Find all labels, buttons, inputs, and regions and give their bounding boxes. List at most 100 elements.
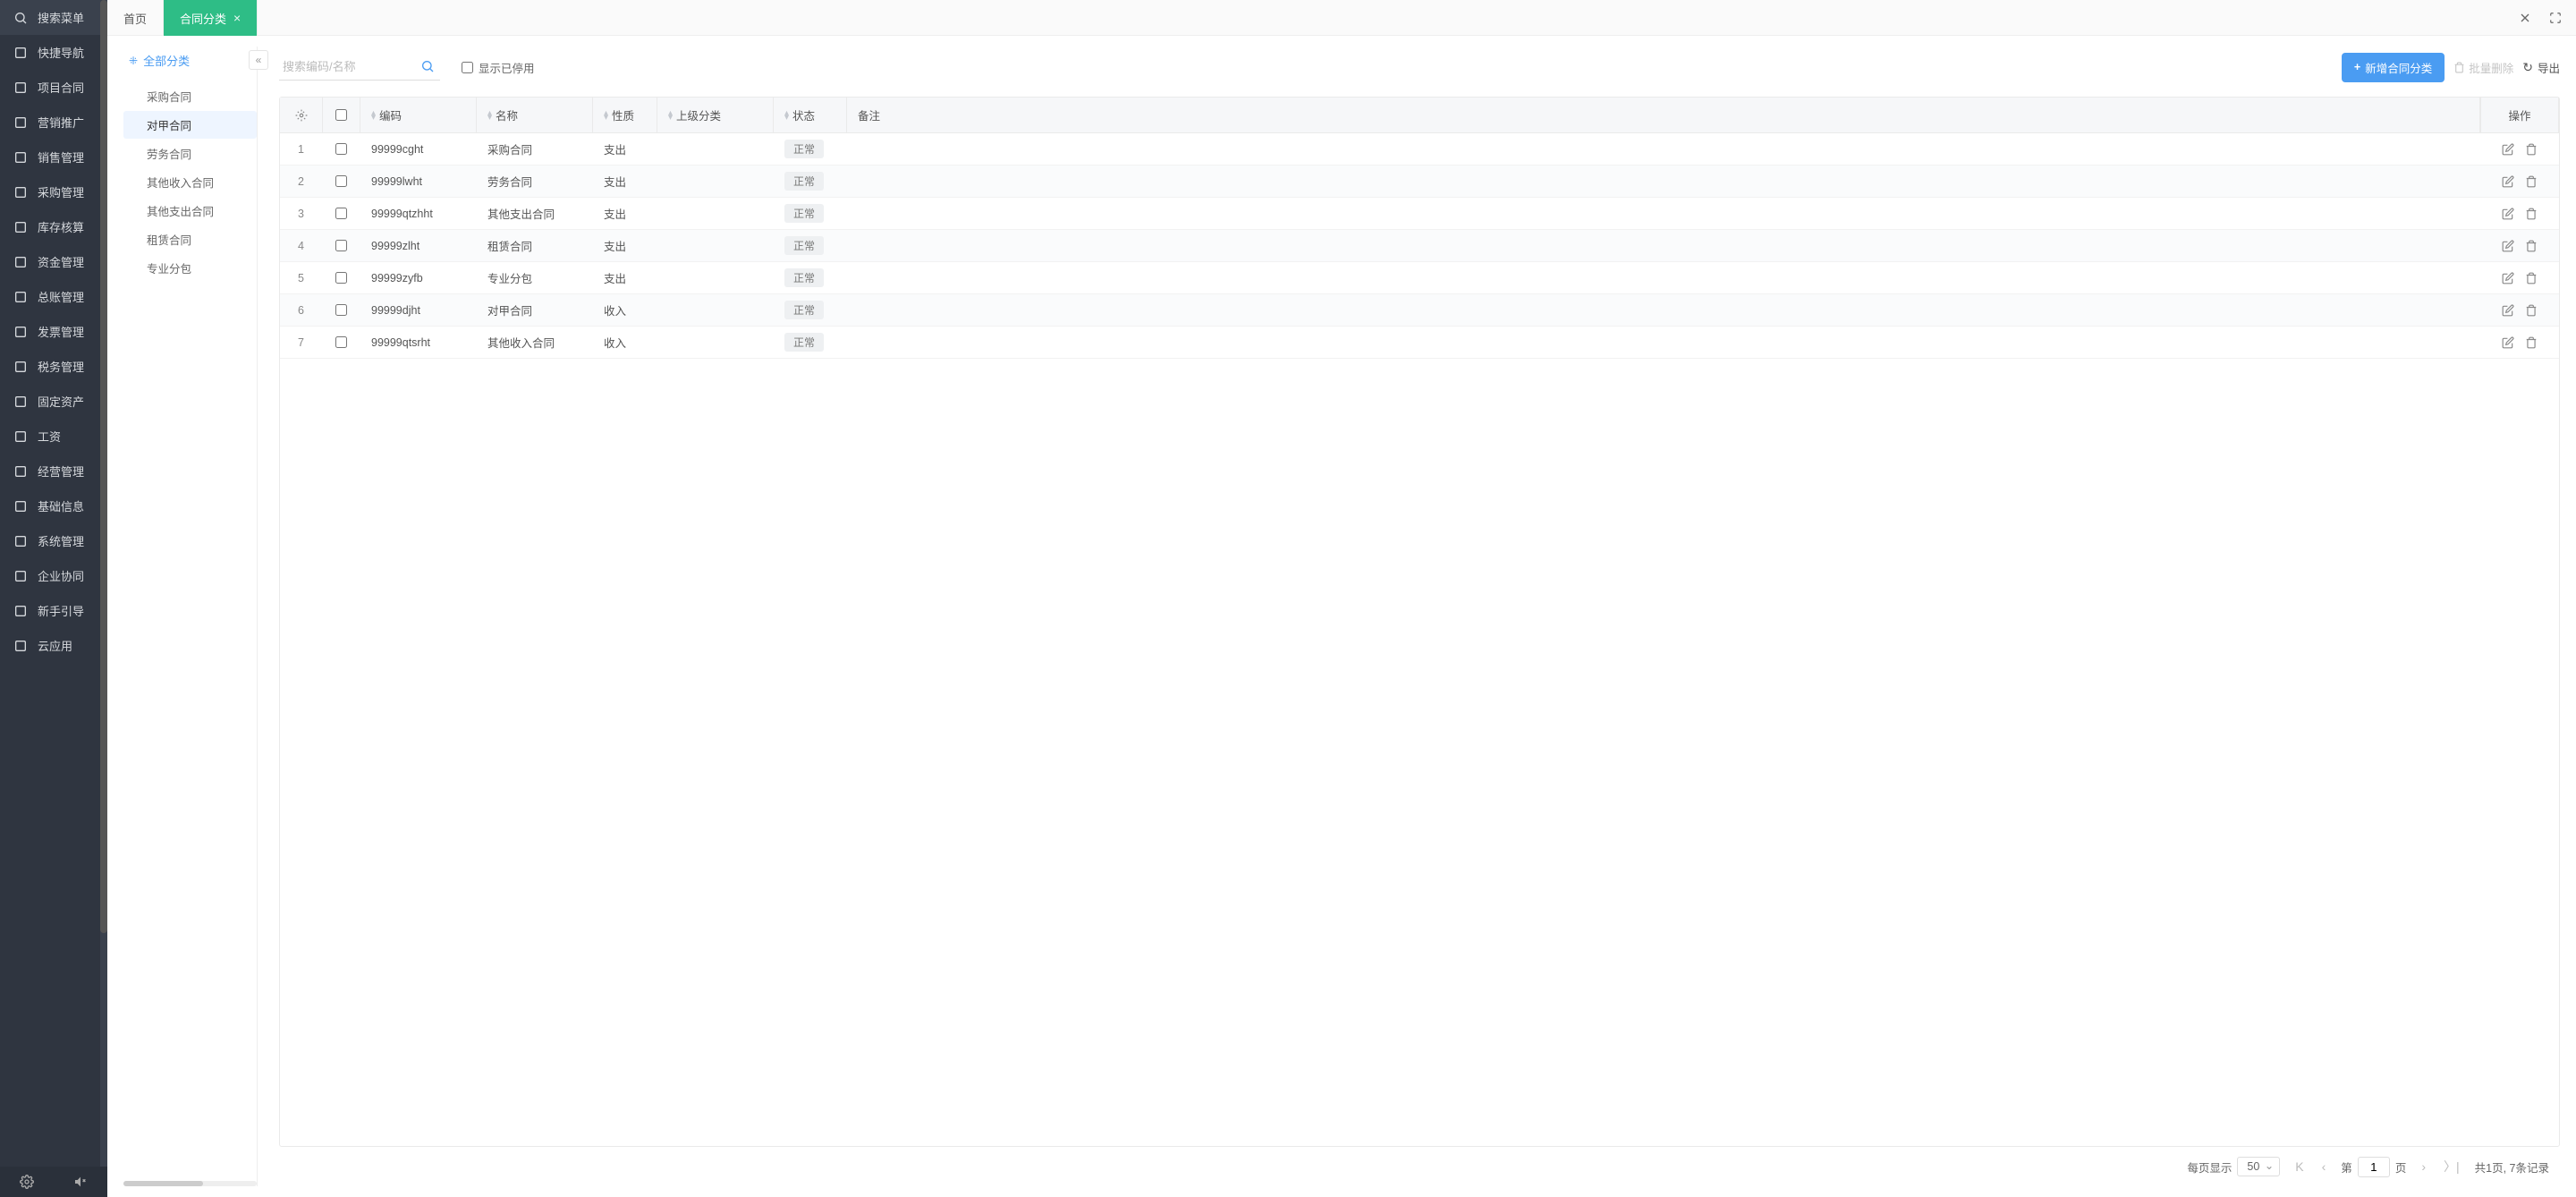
column-name[interactable]: ▴▾名称 [477,98,593,132]
sidebar-item-label: 固定资产 [38,393,84,410]
first-page-button[interactable]: K [2292,1159,2306,1174]
edit-icon[interactable] [2502,143,2514,156]
tax-icon [13,359,29,375]
collapse-category-button[interactable]: « [249,50,268,70]
column-nature[interactable]: ▴▾性质 [593,98,657,132]
next-page-button[interactable]: › [2419,1159,2428,1174]
edit-icon[interactable] [2502,304,2514,317]
sidebar-item-14[interactable]: 基础信息 [0,488,107,523]
edit-icon[interactable] [2502,272,2514,284]
sidebar-item-2[interactable]: 项目合同 [0,70,107,105]
tab-0[interactable]: 首页 [107,0,164,36]
close-tab-button[interactable] [2512,4,2538,31]
sidebar-item-7[interactable]: 资金管理 [0,244,107,279]
edit-icon[interactable] [2502,336,2514,349]
search-icon[interactable] [420,59,435,73]
tab-label: 合同分类 [180,10,226,27]
search-input[interactable] [279,54,440,81]
sidebar-item-label: 企业协同 [38,567,84,584]
sidebar-item-15[interactable]: 系统管理 [0,523,107,558]
sidebar-item-12[interactable]: 工资 [0,419,107,454]
column-checkbox-all[interactable] [323,98,360,132]
row-status: 正常 [774,133,847,166]
column-settings[interactable] [280,98,323,132]
category-item-5[interactable]: 租赁合同 [123,225,257,253]
category-item-0[interactable]: 采购合同 [123,82,257,110]
delete-icon[interactable] [2525,336,2538,349]
sidebar-item-16[interactable]: 企业协同 [0,558,107,593]
row-checkbox[interactable] [323,265,360,291]
row-status: 正常 [774,197,847,230]
row-parent [657,142,774,157]
delete-icon[interactable] [2525,240,2538,252]
sidebar-item-1[interactable]: 快捷导航 [0,35,107,70]
per-page-select[interactable]: 50 [2237,1157,2280,1176]
category-scrollbar[interactable] [123,1181,257,1186]
category-item-4[interactable]: 其他支出合同 [123,197,257,225]
export-button[interactable]: ↻ 导出 [2522,59,2560,76]
edit-icon[interactable] [2502,240,2514,252]
tab-close-icon[interactable]: × [233,11,241,25]
row-checkbox[interactable] [323,233,360,259]
row-checkbox[interactable] [323,329,360,355]
delete-icon[interactable] [2525,175,2538,188]
plus-icon: + [2354,61,2360,73]
per-page-label: 每页显示 [2187,1159,2232,1176]
column-parent[interactable]: ▴▾上级分类 [657,98,774,132]
category-item-3[interactable]: 其他收入合同 [123,168,257,196]
delete-icon[interactable] [2525,208,2538,220]
column-status[interactable]: ▴▾状态 [774,98,847,132]
salary-icon [13,429,29,445]
row-checkbox[interactable] [323,297,360,323]
category-item-2[interactable]: 劳务合同 [123,140,257,167]
column-code[interactable]: ▴▾编码 [360,98,477,132]
delete-icon[interactable] [2525,272,2538,284]
category-header-label: 全部分类 [143,52,190,69]
sidebar-item-11[interactable]: 固定资产 [0,384,107,419]
edit-icon[interactable] [2502,175,2514,188]
fullscreen-button[interactable] [2542,4,2569,31]
sidebar-item-label: 采购管理 [38,183,84,200]
manage-icon [13,463,29,480]
row-parent [657,239,774,253]
sidebar-item-13[interactable]: 经营管理 [0,454,107,488]
row-parent [657,335,774,350]
settings-button[interactable] [0,1167,54,1197]
sidebar-item-4[interactable]: 销售管理 [0,140,107,174]
row-checkbox[interactable] [323,168,360,194]
add-button[interactable]: + 新增合同分类 [2342,53,2445,82]
category-all[interactable]: ⁜ 全部分类 [123,47,257,81]
row-name: 专业分包 [477,262,593,293]
row-checkbox[interactable] [323,136,360,162]
delete-icon[interactable] [2525,304,2538,317]
sidebar-item-9[interactable]: 发票管理 [0,314,107,349]
sidebar-item-17[interactable]: 新手引导 [0,593,107,628]
edit-icon[interactable] [2502,208,2514,220]
sidebar-item-3[interactable]: 营销推广 [0,105,107,140]
prev-page-button[interactable]: ‹ [2319,1159,2329,1174]
delete-icon[interactable] [2525,143,2538,156]
tab-1[interactable]: 合同分类 × [164,0,258,36]
sidebar-item-10[interactable]: 税务管理 [0,349,107,384]
cart-icon [13,149,29,166]
category-item-6[interactable]: 专业分包 [123,254,257,282]
toolbar: 显示已停用 + 新增合同分类 批量删除 [279,47,2560,88]
row-checkbox[interactable] [323,200,360,226]
sidebar-item-0[interactable]: 搜索菜单 [0,0,107,35]
pagination: 每页显示 50 K ‹ 第 页 › 〉| 共1页, 7条记录 [279,1147,2560,1186]
row-ops [2480,136,2559,163]
sidebar-item-8[interactable]: 总账管理 [0,279,107,314]
export-label: 导出 [2538,59,2560,76]
show-disabled-checkbox[interactable]: 显示已停用 [462,59,535,76]
sidebar-item-5[interactable]: 采购管理 [0,174,107,209]
sidebar-scrollbar[interactable] [100,0,107,1167]
row-ops [2480,265,2559,292]
page-input[interactable] [2358,1157,2390,1177]
category-item-1[interactable]: 对甲合同 [123,111,257,139]
pagination-summary: 共1页, 7条记录 [2475,1159,2549,1176]
sidebar-item-6[interactable]: 库存核算 [0,209,107,244]
sound-button[interactable] [54,1167,107,1197]
last-page-button[interactable]: 〉| [2441,1158,2462,1176]
sidebar-item-18[interactable]: 云应用 [0,628,107,663]
sidebar-item-label: 总账管理 [38,288,84,305]
